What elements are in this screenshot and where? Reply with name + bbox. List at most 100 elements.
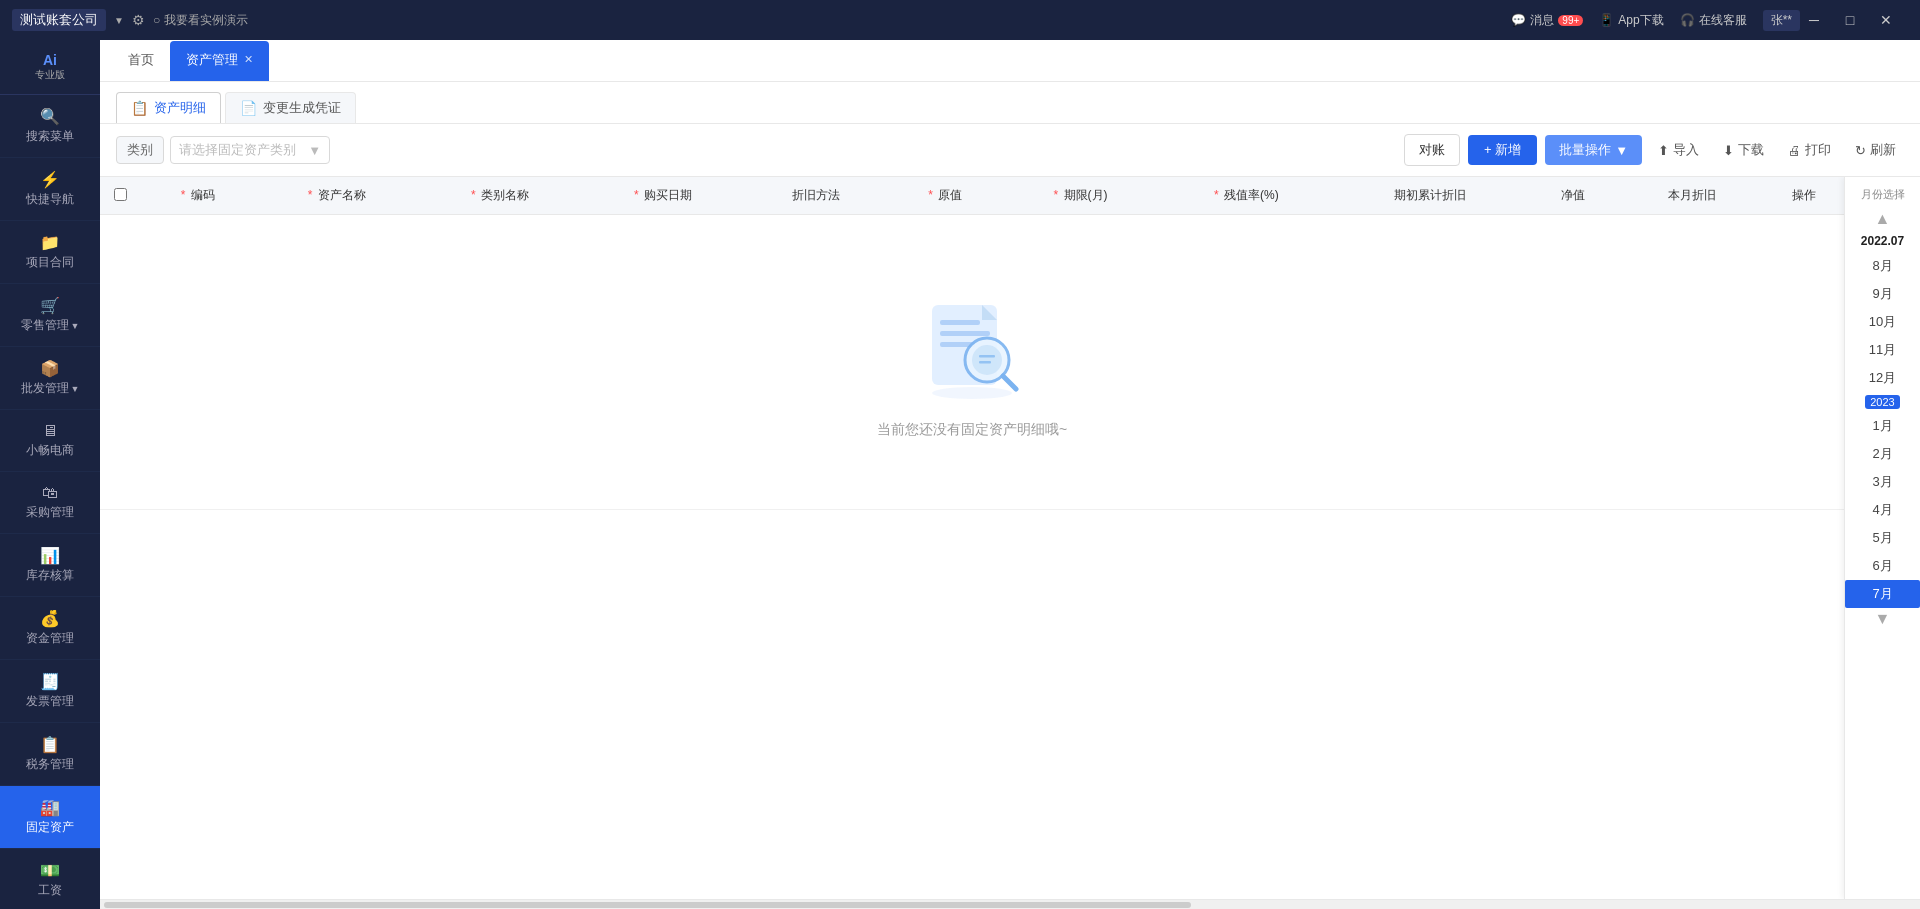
inventory-icon: 📊 [40,546,60,565]
month-item-4[interactable]: 4月 [1845,496,1920,524]
bottom-scrollbar[interactable] [100,899,1920,909]
add-button[interactable]: + 新增 [1468,135,1537,165]
sidebar-item-search[interactable]: 🔍 搜索菜单 [0,95,100,158]
quicknav-icon: ⚡ [40,170,60,189]
detail-tab-icon: 📋 [131,100,148,116]
sidebar-item-tax[interactable]: 📋 税务管理 [0,723,100,786]
svg-line-7 [1003,376,1016,389]
tab-asset-label: 资产管理 [186,51,238,69]
month-item-10[interactable]: 10月 [1845,308,1920,336]
table-container: * 编码 * 资产名称 * 类别名称 [100,177,1844,899]
sidebar-item-salary[interactable]: 💵 工资 [0,849,100,909]
page-content: 📋 资产明细 📄 变更生成凭证 类别 请选择固定资产类别 ▼ [100,82,1920,909]
tab-asset[interactable]: 资产管理 ✕ [170,41,269,81]
salary-icon: 💵 [40,861,60,880]
import-icon: ⬆ [1658,143,1669,158]
app-logo-text: Ai [8,52,92,68]
download-icon: ⬇ [1723,143,1734,158]
month-year-display: 2022.07 [1861,230,1904,252]
download-button[interactable]: ⬇ 下载 [1715,137,1772,163]
tab-home-label: 首页 [128,51,154,69]
month-down-arrow[interactable]: ▼ [1869,608,1897,630]
batch-button[interactable]: 批量操作 ▼ [1545,135,1642,165]
month-item-3[interactable]: 3月 [1845,468,1920,496]
print-button[interactable]: 🖨 打印 [1780,137,1839,163]
th-name: * 资产名称 [255,177,418,215]
category-filter-select[interactable]: 请选择固定资产类别 ▼ [170,136,330,164]
app-edition: 专业版 [8,68,92,82]
sidebar-item-ecommerce[interactable]: 🖥 小畅电商 [0,410,100,472]
minimize-button[interactable]: ─ [1800,6,1828,34]
main-layout: Ai 专业版 🔍 搜索菜单 ⚡ 快捷导航 📁 项目合同 🛒 零售管理 ▼ 📦 批… [0,40,1920,909]
online-service-button[interactable]: 🎧 在线客服 [1680,12,1747,29]
empty-state-cell: 当前您还没有固定资产明细哦~ [100,215,1844,510]
th-category: * 类别名称 [418,177,581,215]
batch-label-row: 批发管理 ▼ [21,380,80,397]
subtab-voucher[interactable]: 📄 变更生成凭证 [225,92,356,123]
retail-icon: 🛒 [40,296,60,315]
th-checkbox [100,177,140,215]
sidebar-item-retail[interactable]: 🛒 零售管理 ▼ [0,284,100,347]
empty-text: 当前您还没有固定资产明细哦~ [877,421,1067,439]
subtab-detail[interactable]: 📋 资产明细 [116,92,221,123]
select-all-checkbox[interactable] [114,188,127,201]
top-bar-left: 测试账套公司 ▼ ⚙ ○ 我要看实例演示 [12,9,1511,31]
sidebar-item-finance[interactable]: 💰 资金管理 [0,597,100,660]
month-item-1[interactable]: 1月 [1845,412,1920,440]
close-button[interactable]: ✕ [1872,6,1900,34]
month-item-5[interactable]: 5月 [1845,524,1920,552]
sidebar-item-project[interactable]: 📁 项目合同 [0,221,100,284]
sidebar-item-fixedasset[interactable]: 🏭 固定资产 [0,786,100,849]
month-item-9[interactable]: 9月 [1845,280,1920,308]
subtab-detail-label: 资产明细 [154,99,206,117]
tab-home[interactable]: 首页 [112,41,170,81]
reconcile-button[interactable]: 对账 [1404,134,1460,166]
th-net-value: 净值 [1525,177,1620,215]
month-item-2[interactable]: 2月 [1845,440,1920,468]
month-item-11[interactable]: 11月 [1845,336,1920,364]
th-depreciation-method: 折旧方法 [745,177,888,215]
tab-close-icon[interactable]: ✕ [244,53,253,66]
content-area: 首页 资产管理 ✕ 📋 资产明细 📄 变更生成凭证 [100,40,1920,909]
phone-icon: 📱 [1599,13,1614,27]
month-item-6[interactable]: 6月 [1845,552,1920,580]
category-filter-arrow: ▼ [308,143,321,158]
sidebar-label-search: 搜索菜单 [26,128,74,145]
sidebar-item-batch[interactable]: 📦 批发管理 ▼ [0,347,100,410]
svg-rect-2 [940,320,980,325]
th-purchase-date: * 购买日期 [581,177,744,215]
retail-label-row: 零售管理 ▼ [21,317,80,334]
demo-icon: ○ [153,13,160,27]
toolbar-right: 对账 + 新增 批量操作 ▼ ⬆ 导入 ⬇ 下载 🖨 [1404,134,1904,166]
batch-arrow-icon: ▼ [71,384,80,394]
sidebar-item-inventory[interactable]: 📊 库存核算 [0,534,100,597]
app-download-button[interactable]: 📱 App下载 [1599,12,1663,29]
demo-link[interactable]: ○ 我要看实例演示 [153,12,248,29]
batch-arrow-icon: ▼ [1615,143,1628,158]
sidebar-item-invoice[interactable]: 🧾 发票管理 [0,660,100,723]
month-item-7-selected[interactable]: 7月 [1845,580,1920,608]
retail-arrow-icon: ▼ [71,321,80,331]
company-selector[interactable]: 测试账套公司 [12,9,106,31]
category-filter-placeholder: 请选择固定资产类别 [179,141,296,159]
voucher-tab-icon: 📄 [240,100,257,116]
sidebar-item-quicknav[interactable]: ⚡ 快捷导航 [0,158,100,221]
user-profile[interactable]: 张** [1763,10,1800,31]
month-item-8[interactable]: 8月 [1845,252,1920,280]
sidebar-label-quicknav: 快捷导航 [26,191,74,208]
batch-icon: 📦 [40,359,60,378]
sidebar-item-purchase[interactable]: 🛍 采购管理 [0,472,100,534]
import-button[interactable]: ⬆ 导入 [1650,137,1707,163]
empty-row: 当前您还没有固定资产明细哦~ [100,215,1844,510]
maximize-button[interactable]: □ [1836,6,1864,34]
th-monthly-depreciation: 本月折旧 [1621,177,1764,215]
month-panel: 月份选择 ▲ 2022.07 8月 9月 10月 11月 12月 2023 1月… [1844,177,1920,899]
sidebar-label-tax: 税务管理 [26,756,74,773]
settings-icon[interactable]: ⚙ [132,12,145,28]
refresh-button[interactable]: ↻ 刷新 [1847,137,1904,163]
company-dropdown-icon[interactable]: ▼ [114,15,124,26]
month-item-12[interactable]: 12月 [1845,364,1920,392]
month-up-arrow[interactable]: ▲ [1869,208,1897,230]
message-button[interactable]: 💬 消息 99+ [1511,12,1583,29]
th-residual-rate: * 残值率(%) [1158,177,1334,215]
